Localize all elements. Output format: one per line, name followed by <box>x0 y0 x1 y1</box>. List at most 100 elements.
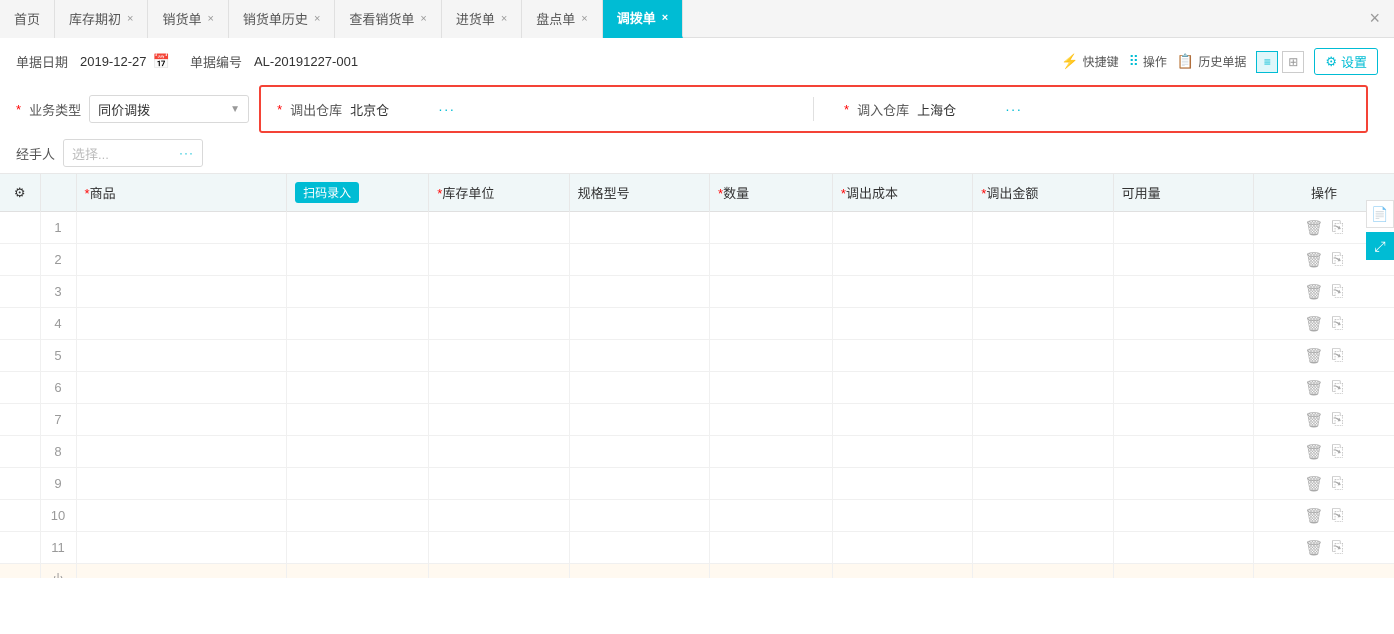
cell-amount-11[interactable] <box>973 532 1113 564</box>
handler-select[interactable]: 选择... ··· <box>63 139 203 167</box>
cell-cost-3[interactable] <box>832 276 972 308</box>
cell-qty-7[interactable] <box>710 404 833 436</box>
cell-product-8[interactable] <box>76 436 287 468</box>
cell-qty-6[interactable] <box>710 372 833 404</box>
cell-cost-11[interactable] <box>832 532 972 564</box>
cell-amount-6[interactable] <box>973 372 1113 404</box>
cell-spec-2[interactable] <box>569 244 709 276</box>
cell-qty-1[interactable] <box>710 212 833 244</box>
cell-cost-9[interactable] <box>832 468 972 500</box>
cell-product-6[interactable] <box>76 372 287 404</box>
close-tab-purchase-order[interactable]: × <box>501 13 507 25</box>
shortcut-button[interactable]: ⚡ 快捷键 <box>1061 53 1118 70</box>
delete-icon-10[interactable]: 🗑 <box>1305 507 1324 525</box>
cell-unit-8[interactable] <box>429 436 569 468</box>
cell-unit-2[interactable] <box>429 244 569 276</box>
cell-cost-6[interactable] <box>832 372 972 404</box>
cell-spec-11[interactable] <box>569 532 709 564</box>
settings-button[interactable]: ⚙ 设置 <box>1314 48 1378 75</box>
cell-unit-6[interactable] <box>429 372 569 404</box>
delete-icon-1[interactable]: 🗑 <box>1305 219 1324 237</box>
cell-cost-10[interactable] <box>832 500 972 532</box>
cell-spec-6[interactable] <box>569 372 709 404</box>
cell-available-1[interactable] <box>1113 212 1253 244</box>
cell-available-6[interactable] <box>1113 372 1253 404</box>
copy-icon-7[interactable]: ⎘ <box>1332 411 1344 428</box>
cell-cost-4[interactable] <box>832 308 972 340</box>
calendar-icon[interactable]: 📅 <box>153 53 170 70</box>
cell-amount-10[interactable] <box>973 500 1113 532</box>
copy-icon-4[interactable]: ⎘ <box>1332 315 1344 332</box>
copy-icon-6[interactable]: ⎘ <box>1332 379 1344 396</box>
cell-product-11[interactable] <box>76 532 287 564</box>
cell-available-5[interactable] <box>1113 340 1253 372</box>
tab-home[interactable]: 首页 <box>0 0 55 38</box>
cell-spec-9[interactable] <box>569 468 709 500</box>
cell-spec-8[interactable] <box>569 436 709 468</box>
grid-view-button[interactable]: ⊞ <box>1282 51 1304 73</box>
cell-product-7[interactable] <box>76 404 287 436</box>
delete-icon-7[interactable]: 🗑 <box>1305 411 1324 429</box>
cell-available-4[interactable] <box>1113 308 1253 340</box>
cell-spec-4[interactable] <box>569 308 709 340</box>
close-tab-inventory-init[interactable]: × <box>127 13 133 25</box>
cell-cost-7[interactable] <box>832 404 972 436</box>
cell-spec-5[interactable] <box>569 340 709 372</box>
close-tab-transfer-order[interactable]: × <box>662 12 668 24</box>
cell-qty-10[interactable] <box>710 500 833 532</box>
delete-icon-6[interactable]: 🗑 <box>1305 379 1324 397</box>
cell-qty-2[interactable] <box>710 244 833 276</box>
cell-cost-5[interactable] <box>832 340 972 372</box>
cell-available-8[interactable] <box>1113 436 1253 468</box>
delete-icon-5[interactable]: 🗑 <box>1305 347 1324 365</box>
cell-qty-9[interactable] <box>710 468 833 500</box>
tab-sales-history[interactable]: 销货单历史 × <box>229 0 335 38</box>
cell-amount-7[interactable] <box>973 404 1113 436</box>
cell-cost-2[interactable] <box>832 244 972 276</box>
cell-cost-8[interactable] <box>832 436 972 468</box>
copy-icon-10[interactable]: ⎘ <box>1332 507 1344 524</box>
cell-spec-1[interactable] <box>569 212 709 244</box>
cell-unit-10[interactable] <box>429 500 569 532</box>
tab-view-sales[interactable]: 查看销货单 × <box>335 0 441 38</box>
cell-product-9[interactable] <box>76 468 287 500</box>
delete-icon-11[interactable]: 🗑 <box>1305 539 1324 557</box>
cell-unit-9[interactable] <box>429 468 569 500</box>
cell-product-3[interactable] <box>76 276 287 308</box>
delete-icon-2[interactable]: 🗑 <box>1305 251 1324 269</box>
cell-qty-4[interactable] <box>710 308 833 340</box>
copy-icon-3[interactable]: ⎘ <box>1332 283 1344 300</box>
history-button[interactable]: 📋 历史单据 <box>1177 53 1246 70</box>
cell-unit-1[interactable] <box>429 212 569 244</box>
cell-unit-3[interactable] <box>429 276 569 308</box>
cell-product-4[interactable] <box>76 308 287 340</box>
cell-qty-3[interactable] <box>710 276 833 308</box>
cell-spec-7[interactable] <box>569 404 709 436</box>
list-view-button[interactable]: ≡ <box>1256 51 1278 73</box>
tab-sales-order[interactable]: 销货单 × <box>148 0 228 38</box>
scan-input-button[interactable]: 扫码录入 <box>295 182 359 203</box>
close-tab-view-sales[interactable]: × <box>420 13 426 25</box>
cell-spec-10[interactable] <box>569 500 709 532</box>
cell-amount-2[interactable] <box>973 244 1113 276</box>
cell-unit-11[interactable] <box>429 532 569 564</box>
cell-available-3[interactable] <box>1113 276 1253 308</box>
cell-unit-4[interactable] <box>429 308 569 340</box>
cell-qty-5[interactable] <box>710 340 833 372</box>
side-expand-button[interactable]: ⤢ <box>1366 232 1394 260</box>
cell-amount-4[interactable] <box>973 308 1113 340</box>
close-tab-inventory-count[interactable]: × <box>581 13 587 25</box>
operation-button[interactable]: ⠿ 操作 <box>1129 53 1167 70</box>
cell-available-2[interactable] <box>1113 244 1253 276</box>
cell-amount-9[interactable] <box>973 468 1113 500</box>
business-type-select[interactable]: 同价调拨 ▼ <box>89 95 249 123</box>
transfer-out-more-button[interactable]: ··· <box>438 101 455 117</box>
cell-qty-11[interactable] <box>710 532 833 564</box>
delete-icon-9[interactable]: 🗑 <box>1305 475 1324 493</box>
side-doc-button[interactable]: 📄 <box>1366 200 1394 228</box>
copy-icon-1[interactable]: ⎘ <box>1332 219 1344 236</box>
cell-available-11[interactable] <box>1113 532 1253 564</box>
copy-icon-11[interactable]: ⎘ <box>1332 539 1344 556</box>
cell-product-5[interactable] <box>76 340 287 372</box>
copy-icon-8[interactable]: ⎘ <box>1332 443 1344 460</box>
